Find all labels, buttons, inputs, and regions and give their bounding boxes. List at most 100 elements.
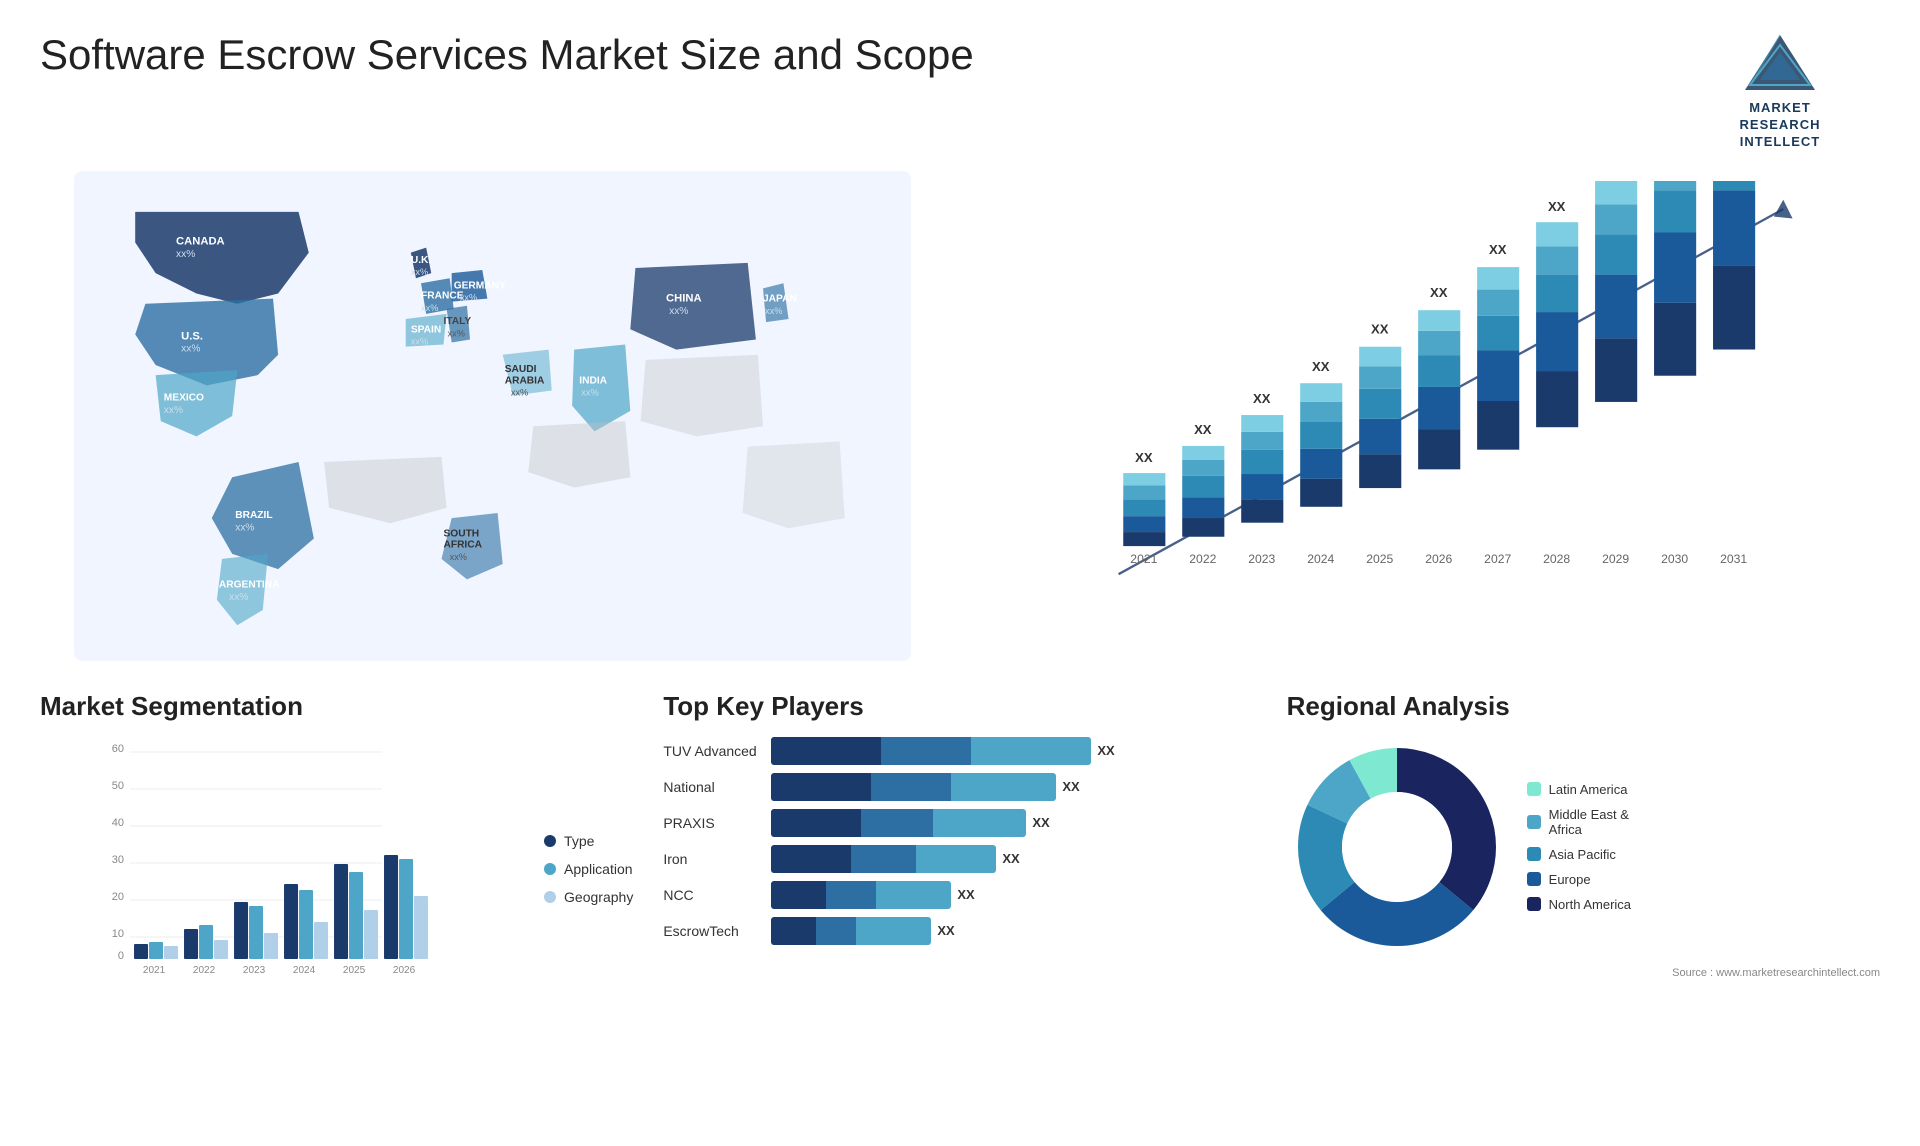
legend-dot-geo — [544, 891, 556, 903]
list-item: PRAXIS XX — [663, 809, 1256, 837]
svg-text:2022: 2022 — [193, 965, 216, 976]
svg-text:2030: 2030 — [1661, 552, 1688, 566]
player-bar-container: XX — [771, 881, 1256, 909]
svg-text:2028: 2028 — [1543, 552, 1570, 566]
svg-text:U.K.: U.K. — [411, 255, 432, 266]
legend-label-na: North America — [1549, 897, 1631, 912]
svg-text:ITALY: ITALY — [444, 316, 472, 327]
svg-text:XX: XX — [1430, 285, 1448, 300]
legend-item-europe: Europe — [1527, 872, 1631, 887]
svg-text:XX: XX — [1253, 391, 1271, 406]
legend-app-label: Application — [564, 861, 633, 877]
svg-text:2025: 2025 — [1366, 552, 1393, 566]
legend-item-mea: Middle East &Africa — [1527, 807, 1631, 837]
player-name: Iron — [663, 851, 763, 867]
legend-type: Type — [544, 833, 633, 849]
svg-text:MEXICO: MEXICO — [164, 392, 204, 403]
svg-text:50: 50 — [112, 780, 124, 792]
segmentation-chart-svg: 60 50 40 30 20 10 0 — [40, 737, 524, 977]
players-list: TUV Advanced XX National — [663, 737, 1256, 945]
regional-title: Regional Analysis — [1287, 691, 1880, 722]
svg-text:2022: 2022 — [1189, 552, 1216, 566]
player-bar-container: XX — [771, 845, 1256, 873]
svg-text:xx%: xx% — [450, 552, 467, 562]
svg-text:2021: 2021 — [143, 965, 166, 976]
player-name: PRAXIS — [663, 815, 763, 831]
svg-text:2027: 2027 — [1484, 552, 1511, 566]
legend-dot-type — [544, 835, 556, 847]
svg-text:XX: XX — [1135, 450, 1153, 465]
svg-text:GERMANY: GERMANY — [454, 280, 506, 291]
segmentation-title: Market Segmentation — [40, 691, 633, 722]
svg-text:BRAZIL: BRAZIL — [235, 510, 272, 521]
list-item: Iron XX — [663, 845, 1256, 873]
svg-text:XX: XX — [1666, 181, 1684, 184]
source-text: Source : www.marketresearchintellect.com — [1287, 967, 1880, 979]
player-name: TUV Advanced — [663, 743, 763, 759]
player-bar-container: XX — [771, 773, 1256, 801]
list-item: TUV Advanced XX — [663, 737, 1256, 765]
svg-text:xx%: xx% — [411, 336, 428, 346]
page-title: Software Escrow Services Market Size and… — [40, 30, 974, 80]
legend-dot-app — [544, 863, 556, 875]
donut-area: Latin America Middle East &Africa Asia P… — [1287, 737, 1880, 957]
player-bar-container: XX — [771, 917, 1256, 945]
svg-text:JAPAN: JAPAN — [763, 293, 797, 304]
legend-label-mea: Middle East &Africa — [1549, 807, 1629, 837]
svg-text:SPAIN: SPAIN — [411, 324, 441, 335]
legend-item-na: North America — [1527, 897, 1631, 912]
svg-text:XX: XX — [1607, 181, 1625, 182]
svg-text:XX: XX — [1489, 242, 1507, 257]
svg-text:XX: XX — [1312, 359, 1330, 374]
svg-text:XX: XX — [1194, 421, 1212, 436]
legend-geo: Geography — [544, 889, 633, 905]
player-value: XX — [1002, 851, 1019, 866]
legend-item-apac: Asia Pacific — [1527, 847, 1631, 862]
legend-geo-label: Geography — [564, 889, 633, 905]
svg-text:2026: 2026 — [1425, 552, 1452, 566]
legend-type-label: Type — [564, 833, 594, 849]
regional-section: Regional Analysis — [1287, 691, 1880, 982]
svg-text:60: 60 — [112, 743, 124, 755]
legend-dot-europe — [1527, 872, 1541, 886]
svg-text:XX: XX — [1725, 181, 1743, 184]
svg-text:xx%: xx% — [176, 248, 195, 259]
svg-text:2023: 2023 — [1248, 552, 1275, 566]
growth-chart-svg: XX 2021 XX 2022 XX 2023 — [975, 181, 1880, 621]
list-item: National XX — [663, 773, 1256, 801]
svg-text:40: 40 — [112, 817, 124, 829]
svg-text:INDIA: INDIA — [579, 375, 607, 386]
legend-dot-apac — [1527, 847, 1541, 861]
player-value: XX — [1062, 779, 1079, 794]
svg-text:30: 30 — [112, 854, 124, 866]
svg-text:2031: 2031 — [1720, 552, 1747, 566]
svg-text:2025: 2025 — [343, 965, 366, 976]
world-map-svg: CANADA xx% U.S. xx% MEXICO xx% BRAZIL xx… — [40, 171, 945, 661]
donut-chart-svg — [1287, 737, 1507, 957]
player-name: National — [663, 779, 763, 795]
player-bar-container: XX — [771, 809, 1256, 837]
svg-text:10: 10 — [112, 928, 124, 940]
svg-text:2024: 2024 — [293, 965, 316, 976]
brand-logo-text: MARKETRESEARCHINTELLECT — [1740, 100, 1821, 151]
legend-dot-mea — [1527, 815, 1541, 829]
svg-text:SAUDI: SAUDI — [505, 364, 537, 375]
list-item: NCC XX — [663, 881, 1256, 909]
legend-label-latin: Latin America — [1549, 782, 1628, 797]
svg-text:0: 0 — [118, 950, 124, 962]
legend-label-europe: Europe — [1549, 872, 1591, 887]
svg-text:SOUTH: SOUTH — [444, 528, 480, 539]
svg-text:2023: 2023 — [243, 965, 266, 976]
svg-text:xx%: xx% — [448, 328, 465, 338]
logo-area: MARKETRESEARCHINTELLECT — [1680, 30, 1880, 151]
svg-text:CANADA: CANADA — [176, 235, 225, 247]
players-section: Top Key Players TUV Advanced XX — [663, 691, 1256, 982]
svg-text:xx%: xx% — [164, 405, 183, 416]
svg-text:xx%: xx% — [511, 387, 528, 397]
regional-legend: Latin America Middle East &Africa Asia P… — [1527, 782, 1631, 912]
header: Software Escrow Services Market Size and… — [40, 30, 1880, 151]
world-map-section: CANADA xx% U.S. xx% MEXICO xx% BRAZIL xx… — [40, 171, 945, 661]
legend-dot-na — [1527, 897, 1541, 911]
svg-text:XX: XX — [1371, 321, 1389, 336]
svg-text:XX: XX — [1548, 199, 1566, 214]
